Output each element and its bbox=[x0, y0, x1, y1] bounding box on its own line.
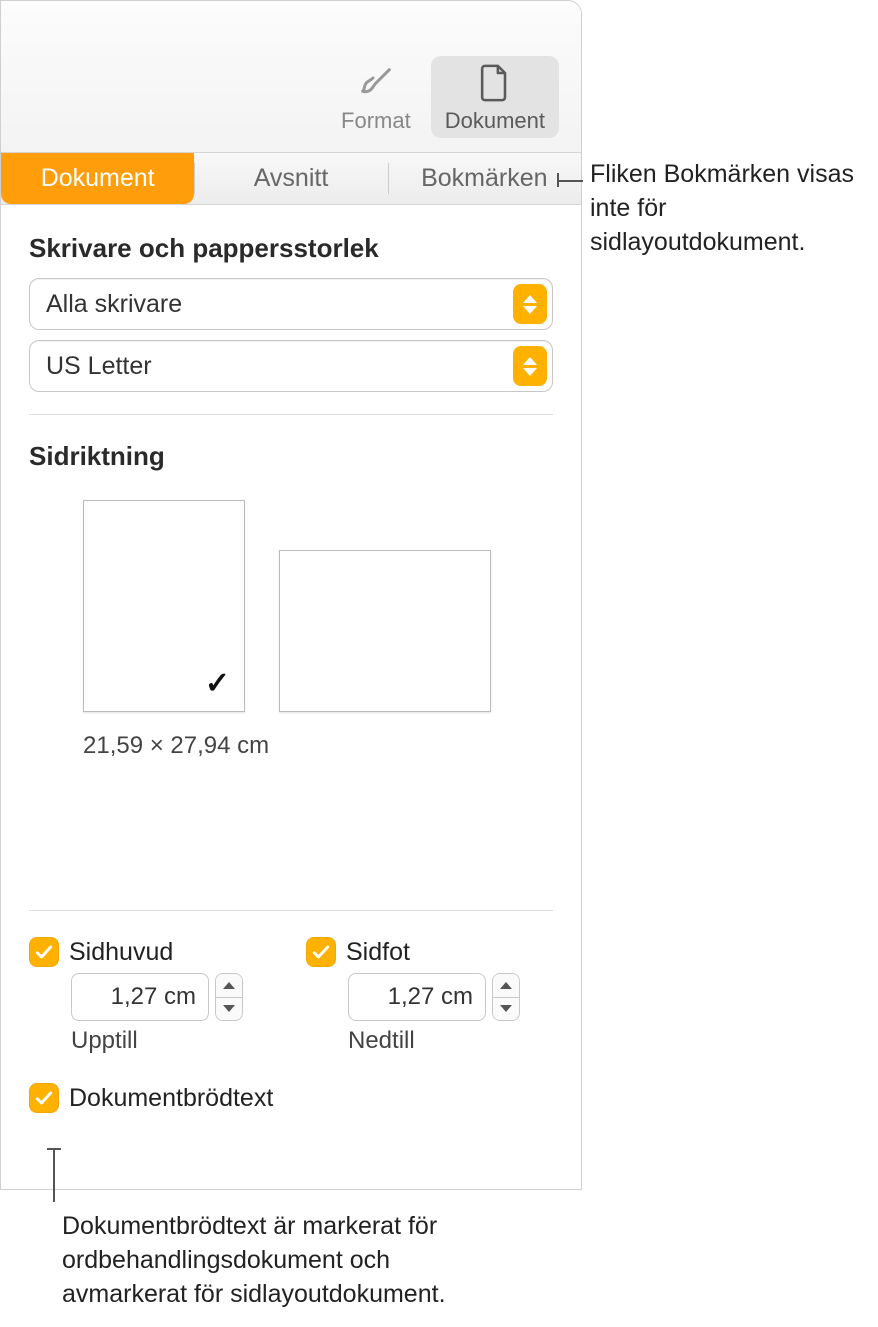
divider bbox=[29, 910, 553, 911]
footer-checkbox[interactable] bbox=[306, 937, 336, 967]
header-footer-section: Sidhuvud 1,27 cm Upptill bbox=[29, 937, 553, 1055]
header-label: Sidhuvud bbox=[69, 938, 173, 967]
footer-margin-value: 1,27 cm bbox=[388, 983, 473, 1011]
inspector-panel: Format Dokument Dokument Avsnitt Bokmärk… bbox=[0, 0, 582, 1190]
printer-select[interactable]: Alla skrivare bbox=[29, 278, 553, 330]
header-margin-input[interactable]: 1,27 cm bbox=[71, 973, 209, 1021]
dokument-toolbar-button[interactable]: Dokument bbox=[431, 56, 559, 138]
footer-label: Sidfot bbox=[346, 938, 410, 967]
tab-bokmarken-label: Bokmärken bbox=[421, 164, 547, 193]
tab-avsnitt[interactable]: Avsnitt bbox=[194, 153, 387, 204]
orientation-section-title: Sidriktning bbox=[29, 441, 553, 472]
document-body-checkbox[interactable] bbox=[29, 1083, 59, 1113]
callout-line bbox=[557, 180, 583, 182]
inspector-body: Skrivare och pappersstorlek Alla skrivar… bbox=[1, 205, 581, 1139]
format-toolbar-label: Format bbox=[341, 108, 411, 134]
dropdown-stepper-icon bbox=[513, 284, 547, 324]
callout-docbody: Dokumentbrödtext är markerat för ordbeha… bbox=[62, 1210, 512, 1311]
orientation-options: ✓ bbox=[29, 500, 553, 712]
footer-sublabel: Nedtill bbox=[306, 1027, 553, 1055]
footer-margin-stepper[interactable] bbox=[492, 973, 520, 1021]
document-icon bbox=[477, 62, 513, 104]
stepper-up-icon[interactable] bbox=[216, 974, 242, 997]
tab-avsnitt-label: Avsnitt bbox=[254, 164, 329, 193]
document-body-label: Dokumentbrödtext bbox=[69, 1084, 273, 1113]
document-body-checkbox-row[interactable]: Dokumentbrödtext bbox=[29, 1083, 553, 1113]
header-margin-stepper[interactable] bbox=[215, 973, 243, 1021]
footer-margin-input[interactable]: 1,27 cm bbox=[348, 973, 486, 1021]
footer-checkbox-row[interactable]: Sidfot bbox=[306, 937, 553, 967]
checkmark-icon: ✓ bbox=[205, 666, 230, 701]
stepper-up-icon[interactable] bbox=[493, 974, 519, 997]
header-checkbox-row[interactable]: Sidhuvud bbox=[29, 937, 276, 967]
callout-line-v bbox=[53, 1148, 55, 1202]
divider bbox=[29, 414, 553, 415]
paper-size-select[interactable]: US Letter bbox=[29, 340, 553, 392]
printer-section-title: Skrivare och pappersstorlek bbox=[29, 233, 553, 264]
tab-bar: Dokument Avsnitt Bokmärken bbox=[1, 153, 581, 205]
header-checkbox[interactable] bbox=[29, 937, 59, 967]
printer-select-value: Alla skrivare bbox=[46, 290, 182, 319]
tab-dokument[interactable]: Dokument bbox=[1, 153, 194, 204]
page-dimensions-label: 21,59 × 27,94 cm bbox=[29, 732, 553, 760]
orientation-landscape-button[interactable] bbox=[279, 550, 491, 712]
tab-dokument-label: Dokument bbox=[41, 164, 155, 193]
paintbrush-icon bbox=[356, 62, 396, 104]
paper-size-value: US Letter bbox=[46, 352, 152, 381]
callout-bookmarks: Fliken Bokmärken visas inte för sidlayou… bbox=[590, 158, 870, 259]
format-toolbar-button[interactable]: Format bbox=[327, 56, 425, 138]
dokument-toolbar-label: Dokument bbox=[445, 108, 545, 134]
stepper-down-icon[interactable] bbox=[216, 997, 242, 1021]
dropdown-stepper-icon bbox=[513, 346, 547, 386]
header-sublabel: Upptill bbox=[29, 1027, 276, 1055]
tab-bokmarken[interactable]: Bokmärken bbox=[388, 153, 581, 204]
orientation-portrait-button[interactable]: ✓ bbox=[83, 500, 245, 712]
stepper-down-icon[interactable] bbox=[493, 997, 519, 1021]
header-margin-value: 1,27 cm bbox=[111, 983, 196, 1011]
toolbar: Format Dokument bbox=[1, 1, 581, 153]
